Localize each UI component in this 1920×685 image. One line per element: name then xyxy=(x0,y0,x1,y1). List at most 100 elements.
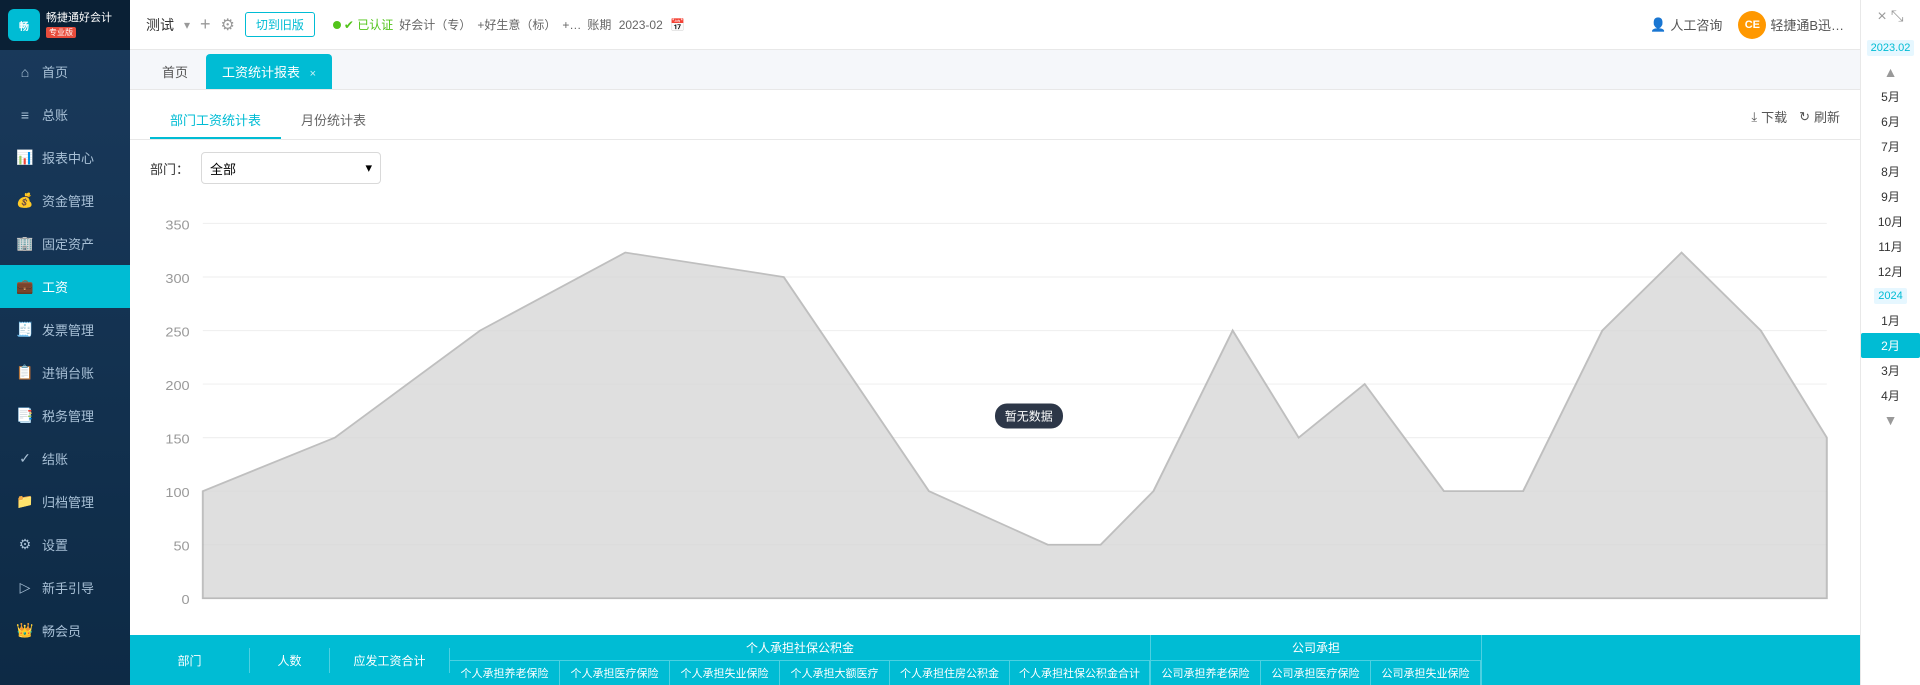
month-12[interactable]: 12月 xyxy=(1861,259,1920,284)
verified-dot xyxy=(333,21,341,29)
sidebar-item-label: 进销台账 xyxy=(42,363,94,382)
svg-text:0: 0 xyxy=(182,593,190,607)
sidebar-item-sales[interactable]: 📋 进销台账 xyxy=(0,351,130,394)
month-9[interactable]: 9月 xyxy=(1861,184,1920,209)
month-6[interactable]: 6月 xyxy=(1861,109,1920,134)
topbar: 测试 ▾ + ⚙ 切到旧版 ✔ 已认证 好会计（专） +好生意（标） +… 账期… xyxy=(130,0,1860,50)
sidebar-item-label: 总账 xyxy=(42,105,68,124)
group-header-personal: 个人承担社保公积金 xyxy=(450,635,1150,661)
sidebar-item-settle[interactable]: ✓ 结账 xyxy=(0,437,130,480)
sidebar-item-label: 畅会员 xyxy=(42,621,81,640)
month-11[interactable]: 11月 xyxy=(1861,234,1920,259)
chart-container: 350 300 250 200 150 100 50 0 xyxy=(130,196,1860,635)
consult-icon: 👤 xyxy=(1650,17,1666,33)
tab-home[interactable]: 首页 xyxy=(146,54,204,89)
month-nav-up-button[interactable]: ▲ xyxy=(1880,60,1902,84)
old-version-button[interactable]: 切到旧版 xyxy=(245,12,315,37)
panel-close-button[interactable]: × xyxy=(1877,8,1886,30)
sidebar-item-home[interactable]: ⌂ 首页 xyxy=(0,50,130,93)
sidebar-item-reports[interactable]: 📊 报表中心 xyxy=(0,136,130,179)
invoice-icon: 🧾 xyxy=(16,321,34,338)
month-5[interactable]: 5月 xyxy=(1861,84,1920,109)
subtab-left: 部门工资统计表 月份统计表 xyxy=(150,102,386,139)
app-badge: 专业版 xyxy=(46,27,76,38)
guide-icon: ▷ xyxy=(16,579,34,596)
reports-icon: 📊 xyxy=(16,149,34,166)
company-title: 测试 xyxy=(146,15,174,35)
settle-icon: ✓ xyxy=(16,450,34,467)
month-nav-down-button[interactable]: ▼ xyxy=(1880,408,1902,432)
archive-icon: 📁 xyxy=(16,493,34,510)
col-personal-unemploy: 个人承担失业保险 xyxy=(670,661,780,685)
sidebar-item-label: 税务管理 xyxy=(42,406,94,425)
good-accounting-status: 好会计（专） xyxy=(399,16,471,33)
main-content: 测试 ▾ + ⚙ 切到旧版 ✔ 已认证 好会计（专） +好生意（标） +… 账期… xyxy=(130,0,1860,685)
sidebar-item-assets[interactable]: 🏢 固定资产 xyxy=(0,222,130,265)
month-7[interactable]: 7月 xyxy=(1861,134,1920,159)
vip-icon: 👑 xyxy=(16,622,34,639)
sidebar-item-settings[interactable]: ⚙ 设置 xyxy=(0,523,130,566)
tab-close-button[interactable]: × xyxy=(310,68,316,80)
sidebar-item-tax[interactable]: 📑 税务管理 xyxy=(0,394,130,437)
consult-button[interactable]: 👤 人工咨询 xyxy=(1650,15,1722,34)
logo-icon: 畅 xyxy=(8,9,40,41)
app-name: 畅捷通好会计 专业版 xyxy=(46,11,112,40)
svg-text:200: 200 xyxy=(165,379,190,393)
month-2024-3[interactable]: 3月 xyxy=(1861,358,1920,383)
sidebar-item-ledger[interactable]: ≡ 总账 xyxy=(0,93,130,136)
download-button[interactable]: ⤓ 下载 xyxy=(1751,107,1787,126)
settings-button[interactable]: ⚙ xyxy=(221,15,235,35)
subtab-dept[interactable]: 部门工资统计表 xyxy=(150,102,281,139)
sidebar-item-guide[interactable]: ▷ 新手引导 xyxy=(0,566,130,609)
subtab-monthly[interactable]: 月份统计表 xyxy=(281,102,386,139)
plus-business-status: +好生意（标） xyxy=(477,16,556,33)
col-company-unemploy: 公司承担失业保险 xyxy=(1371,661,1481,685)
svg-text:50: 50 xyxy=(173,539,190,553)
tabbar: 首页 工资统计报表 × xyxy=(130,50,1860,90)
topbar-right: 👤 人工咨询 CE 轻捷通B迅… xyxy=(1650,11,1844,39)
sidebar-item-archive[interactable]: 📁 归档管理 xyxy=(0,480,130,523)
panel-expand-button[interactable]: ⤡ xyxy=(1891,8,1904,26)
group-header-company: 公司承担 xyxy=(1151,635,1481,661)
add-company-button[interactable]: + xyxy=(200,14,211,35)
col-company-pension: 公司承担养老保险 xyxy=(1151,661,1261,685)
group-cells-personal: 个人承担养老保险 个人承担医疗保险 个人承担失业保险 个人承担大额医疗 个人承担 xyxy=(450,661,1150,685)
tax-icon: 📑 xyxy=(16,407,34,424)
svg-text:300: 300 xyxy=(165,272,190,286)
sidebar-item-invoice[interactable]: 🧾 发票管理 xyxy=(0,308,130,351)
avatar: CE xyxy=(1738,11,1766,39)
settings-icon: ⚙ xyxy=(16,536,34,553)
sidebar-item-vip[interactable]: 👑 畅会员 xyxy=(0,609,130,652)
col-total-salary: 应发工资合计 xyxy=(330,648,450,673)
col-dept: 部门 xyxy=(130,648,250,673)
col-company-medical: 公司承担医疗保险 xyxy=(1261,661,1371,685)
month-2024-2-active[interactable]: 2月 xyxy=(1861,333,1920,358)
sidebar-item-funds[interactable]: 💰 资金管理 xyxy=(0,179,130,222)
sidebar-item-salary[interactable]: 💼 工资 xyxy=(0,265,130,308)
group-cells-company: 公司承担养老保险 公司承担医疗保险 公司承担失业保险 xyxy=(1151,661,1481,685)
calendar-icon[interactable]: 📅 xyxy=(670,18,685,32)
funds-icon: 💰 xyxy=(16,192,34,209)
month-10[interactable]: 10月 xyxy=(1861,209,1920,234)
sales-icon: 📋 xyxy=(16,364,34,381)
company-dropdown-arrow[interactable]: ▾ xyxy=(184,18,190,32)
col-personal-medical: 个人承担医疗保险 xyxy=(560,661,670,685)
svg-text:100: 100 xyxy=(165,486,190,500)
app-logo: 畅 畅捷通好会计 专业版 xyxy=(0,0,130,50)
dept-filter-select[interactable]: 全部 ▾ xyxy=(201,152,381,184)
month-8[interactable]: 8月 xyxy=(1861,159,1920,184)
col-count: 人数 xyxy=(250,648,330,673)
col-personal-total: 个人承担社保公积金合计 xyxy=(1010,661,1150,685)
refresh-button[interactable]: ↻ 刷新 xyxy=(1799,107,1840,126)
user-menu[interactable]: CE 轻捷通B迅… xyxy=(1738,11,1844,39)
sidebar-item-label: 结账 xyxy=(42,449,68,468)
tab-salary-report[interactable]: 工资统计报表 × xyxy=(206,54,332,89)
home-icon: ⌂ xyxy=(16,64,34,80)
month-2024-1[interactable]: 1月 xyxy=(1861,308,1920,333)
sidebar-item-label: 固定资产 xyxy=(42,234,94,253)
svg-text:150: 150 xyxy=(165,432,190,446)
sidebar: 畅 畅捷通好会计 专业版 ⌂ 首页 ≡ 总账 📊 报表中心 💰 资金管理 xyxy=(0,0,130,685)
svg-text:250: 250 xyxy=(165,325,190,339)
month-2024-4[interactable]: 4月 xyxy=(1861,383,1920,408)
sidebar-item-label: 工资 xyxy=(42,277,68,296)
